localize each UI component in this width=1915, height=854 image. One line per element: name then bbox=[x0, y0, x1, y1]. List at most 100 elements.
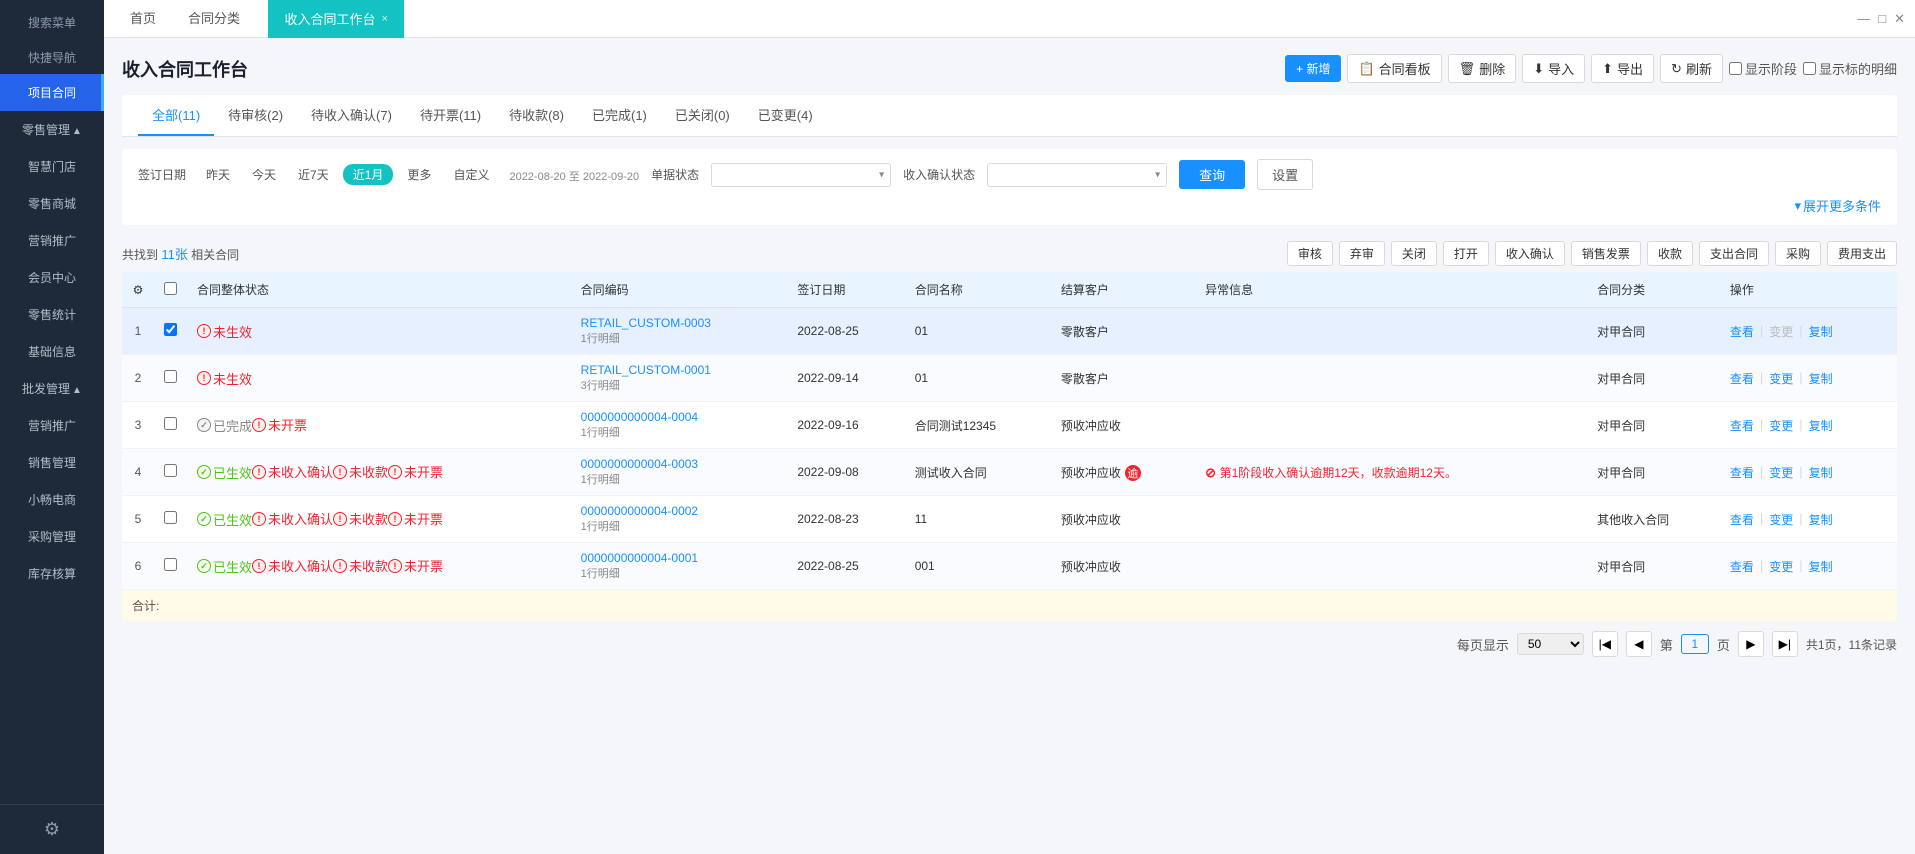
show-stages-checkbox[interactable] bbox=[1729, 62, 1742, 75]
row-select-checkbox[interactable] bbox=[164, 464, 177, 477]
tab-income-contract[interactable]: 收入合同工作台× bbox=[268, 0, 403, 38]
sidebar-item-base-info[interactable]: 基础信息 bbox=[0, 333, 104, 370]
status-tab-pending-invoice[interactable]: 待开票(11) bbox=[406, 95, 495, 136]
date-btn-last7[interactable]: 近7天 bbox=[290, 164, 337, 185]
sidebar-item-marketing2[interactable]: 营销推广 bbox=[0, 407, 104, 444]
date-btn-yesterday[interactable]: 昨天 bbox=[198, 164, 238, 185]
status-tab-changed[interactable]: 已变更(4) bbox=[744, 95, 827, 136]
row-action-变更[interactable]: 变更 bbox=[1769, 370, 1793, 387]
date-btn-last1month[interactable]: 近1月 bbox=[343, 164, 394, 185]
row-select-checkbox[interactable] bbox=[164, 417, 177, 430]
sidebar-nav[interactable]: 快捷导航 bbox=[0, 41, 104, 74]
sidebar-item-smart-store[interactable]: 智慧门店 bbox=[0, 148, 104, 185]
contract-code-link[interactable]: 0000000000004-0002 bbox=[581, 504, 698, 518]
row-action-复制[interactable]: 复制 bbox=[1809, 370, 1833, 387]
next-page-btn[interactable]: ▶ bbox=[1738, 631, 1764, 657]
row-action-复制[interactable]: 复制 bbox=[1809, 558, 1833, 575]
tab-close-contract-category[interactable]: × bbox=[246, 12, 252, 24]
sidebar-item-member[interactable]: 会员中心 bbox=[0, 259, 104, 296]
sidebar-item-purchase[interactable]: 采购管理 bbox=[0, 518, 104, 555]
row-select-checkbox[interactable] bbox=[164, 370, 177, 383]
row-action-变更[interactable]: 变更 bbox=[1769, 417, 1793, 434]
row-action-查看[interactable]: 查看 bbox=[1730, 370, 1754, 387]
prev-page-btn[interactable]: ◀ bbox=[1626, 631, 1652, 657]
table-action-print[interactable]: 打开 bbox=[1443, 241, 1489, 266]
table-action-income-confirm[interactable]: 收入确认 bbox=[1495, 241, 1565, 266]
sidebar-item-retail-stats[interactable]: 零售统计 bbox=[0, 296, 104, 333]
add-button[interactable]: + 新增 bbox=[1285, 55, 1341, 82]
row-action-变更[interactable]: 变更 bbox=[1769, 511, 1793, 528]
sidebar-item-marketing[interactable]: 营销推广 bbox=[0, 222, 104, 259]
status-tab-closed[interactable]: 已关闭(0) bbox=[661, 95, 744, 136]
delete-button[interactable]: 🗑 删除 bbox=[1448, 54, 1517, 83]
import-button[interactable]: ⬇ 导入 bbox=[1522, 54, 1585, 83]
first-page-btn[interactable]: |◀ bbox=[1592, 631, 1618, 657]
date-btn-custom[interactable]: 自定义 bbox=[445, 164, 497, 185]
row-select-checkbox[interactable] bbox=[164, 323, 177, 336]
contract-code-link[interactable]: 0000000000004-0001 bbox=[581, 551, 698, 565]
status-tab-pending-income-confirm[interactable]: 待收入确认(7) bbox=[297, 95, 406, 136]
export-button[interactable]: ⬆ 导出 bbox=[1591, 54, 1654, 83]
sidebar-item-project[interactable]: 项目合同 bbox=[0, 74, 104, 111]
row-action-查看[interactable]: 查看 bbox=[1730, 323, 1754, 340]
table-action-review[interactable]: 审核 bbox=[1287, 241, 1333, 266]
sidebar-item-inventory[interactable]: 库存核算 bbox=[0, 555, 104, 592]
table-action-abandon[interactable]: 弃审 bbox=[1339, 241, 1385, 266]
query-button[interactable]: 查询 bbox=[1179, 160, 1245, 189]
close-btn[interactable]: ✕ bbox=[1894, 11, 1905, 27]
row-action-查看[interactable]: 查看 bbox=[1730, 417, 1754, 434]
action-separator: | bbox=[1760, 511, 1763, 528]
sidebar-item-retail-mgmt[interactable]: 零售管理▲ bbox=[0, 111, 104, 148]
expand-filter-button[interactable]: ▾ 展开更多条件 bbox=[1794, 196, 1881, 215]
tab-home[interactable]: 首页 bbox=[114, 0, 172, 38]
row-action-复制[interactable]: 复制 bbox=[1809, 323, 1833, 340]
last-page-btn[interactable]: ▶| bbox=[1772, 631, 1798, 657]
date-btn-more[interactable]: 更多 bbox=[399, 164, 439, 185]
sidebar-item-retail-mall[interactable]: 零售商城 bbox=[0, 185, 104, 222]
contract-board-button[interactable]: 📋 合同看板 bbox=[1347, 54, 1441, 83]
row-action-复制[interactable]: 复制 bbox=[1809, 511, 1833, 528]
maximize-btn[interactable]: □ bbox=[1878, 11, 1886, 26]
sidebar-item-wholesale[interactable]: 批发管理▲ bbox=[0, 370, 104, 407]
page-size-select[interactable]: 50 20 100 bbox=[1517, 633, 1584, 655]
filter-setting-button[interactable]: 设置 bbox=[1257, 159, 1313, 190]
sidebar-item-sales-mgmt[interactable]: 销售管理 bbox=[0, 444, 104, 481]
contract-code-link[interactable]: RETAIL_CUSTOM-0003 bbox=[581, 316, 711, 330]
table-action-sales-invoice[interactable]: 销售发票 bbox=[1571, 241, 1641, 266]
table-action-out-contract[interactable]: 支出合同 bbox=[1699, 241, 1769, 266]
row-action-复制[interactable]: 复制 bbox=[1809, 417, 1833, 434]
table-action-purchase[interactable]: 采购 bbox=[1775, 241, 1821, 266]
col-settings[interactable]: ⚙ bbox=[122, 272, 154, 308]
status-tab-pending-payment[interactable]: 待收款(8) bbox=[495, 95, 578, 136]
select-all-checkbox[interactable] bbox=[164, 282, 177, 295]
minimize-btn[interactable]: — bbox=[1857, 11, 1870, 26]
contract-code-link[interactable]: 0000000000004-0003 bbox=[581, 457, 698, 471]
row-action-变更[interactable]: 变更 bbox=[1769, 323, 1793, 340]
row-action-查看[interactable]: 查看 bbox=[1730, 558, 1754, 575]
row-select-checkbox[interactable] bbox=[164, 558, 177, 571]
income-confirm-select[interactable] bbox=[987, 163, 1167, 187]
row-action-变更[interactable]: 变更 bbox=[1769, 558, 1793, 575]
date-btn-today[interactable]: 今天 bbox=[244, 164, 284, 185]
status-tab-pending-review[interactable]: 待审核(2) bbox=[214, 95, 297, 136]
doc-status-select[interactable] bbox=[711, 163, 891, 187]
sidebar-item-ecommerce[interactable]: 小畅电商 bbox=[0, 481, 104, 518]
tab-contract-category[interactable]: 合同分类× bbox=[172, 0, 268, 38]
status-tab-completed[interactable]: 已完成(1) bbox=[578, 95, 661, 136]
refresh-button[interactable]: ↻ 刷新 bbox=[1660, 54, 1723, 83]
row-action-变更[interactable]: 变更 bbox=[1769, 464, 1793, 481]
table-action-collection[interactable]: 收款 bbox=[1647, 241, 1693, 266]
row-action-查看[interactable]: 查看 bbox=[1730, 464, 1754, 481]
sidebar-search[interactable]: 搜索菜单 bbox=[0, 0, 104, 41]
sidebar-settings-icon[interactable]: ⚙ bbox=[0, 804, 104, 854]
tab-close-income-contract[interactable]: × bbox=[381, 13, 387, 25]
row-action-查看[interactable]: 查看 bbox=[1730, 511, 1754, 528]
row-action-复制[interactable]: 复制 bbox=[1809, 464, 1833, 481]
status-tab-all[interactable]: 全部(11) bbox=[138, 95, 214, 136]
row-select-checkbox[interactable] bbox=[164, 511, 177, 524]
contract-code-link[interactable]: RETAIL_CUSTOM-0001 bbox=[581, 363, 711, 377]
show-marks-checkbox[interactable] bbox=[1803, 62, 1816, 75]
contract-code-link[interactable]: 0000000000004-0004 bbox=[581, 410, 698, 424]
table-action-expense[interactable]: 费用支出 bbox=[1827, 241, 1897, 266]
table-action-close[interactable]: 关闭 bbox=[1391, 241, 1437, 266]
